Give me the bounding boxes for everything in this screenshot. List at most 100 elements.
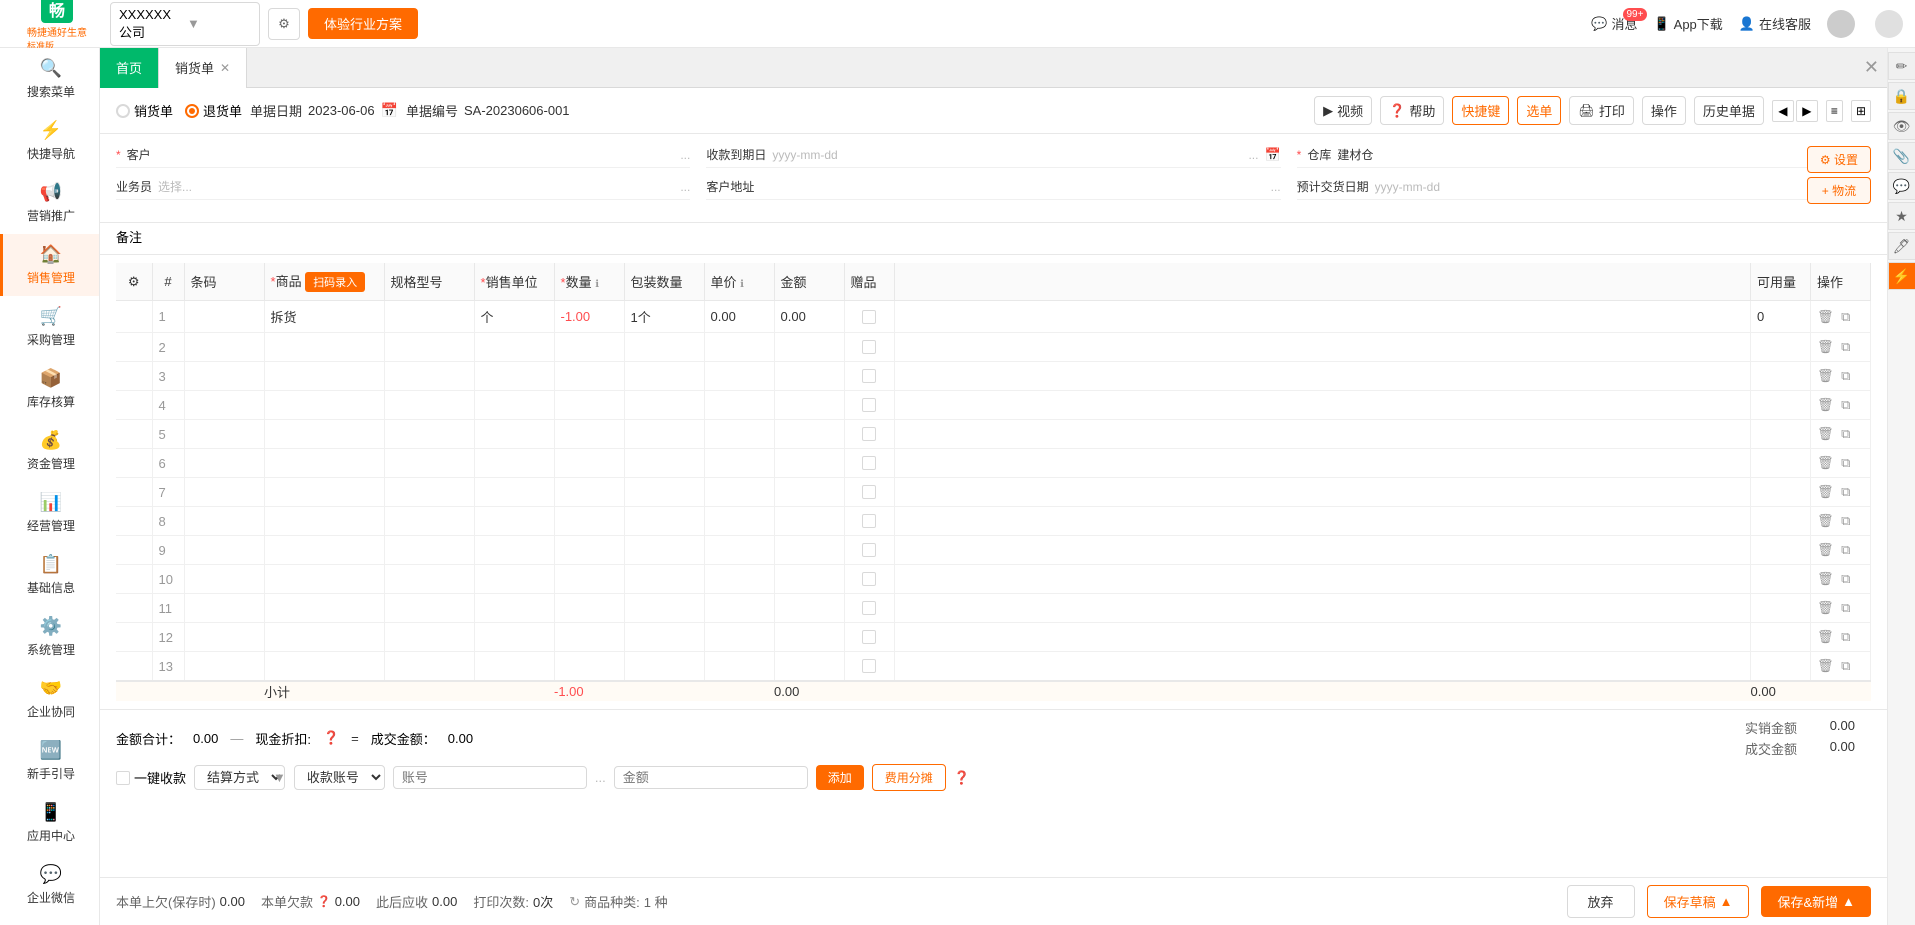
operation-btn[interactable]: 操作 <box>1642 96 1686 125</box>
sidebar-item-guide[interactable]: 🆕 新手引导 <box>0 730 99 792</box>
customer-address-input[interactable] <box>760 180 1264 194</box>
warehouse-input[interactable] <box>1337 148 1855 162</box>
copy-icon[interactable]: ⧉ <box>1841 397 1850 412</box>
calendar-icon[interactable]: 📅 <box>381 102 398 119</box>
account-select[interactable]: 收款账号 <box>294 765 385 790</box>
settings-icon[interactable]: ⚙ <box>268 8 300 40</box>
company-selector[interactable]: XXXXXX公司 ▼ <box>110 2 260 46</box>
message-item[interactable]: 💬 消息 99+ <box>1591 14 1637 33</box>
tab-close-all[interactable]: ✕ <box>1856 57 1887 78</box>
sidebar-item-quick-nav[interactable]: ⚡ 快捷导航 <box>0 110 99 172</box>
prev-page-btn[interactable]: ◀ <box>1772 100 1794 122</box>
help-btn[interactable]: ❓ 帮助 <box>1380 96 1444 125</box>
salesperson-input[interactable] <box>158 180 674 194</box>
right-btn-edit[interactable]: ✏ <box>1888 52 1915 80</box>
logo-area[interactable]: 畅 畅捷通好生意标准版 <box>12 0 102 52</box>
copy-icon[interactable]: ⧉ <box>1841 339 1850 354</box>
right-btn-eye[interactable]: 👁 <box>1888 112 1915 140</box>
logistics-button[interactable]: + 物流 <box>1807 177 1871 204</box>
tab-sales-order[interactable]: 销货单 ✕ <box>159 48 247 88</box>
question-icon[interactable]: ❓ <box>323 730 339 746</box>
shortcut-btn[interactable]: 快捷键 <box>1452 96 1509 125</box>
delete-icon[interactable]: 🗑 <box>1817 455 1834 470</box>
delete-icon[interactable]: 🗑 <box>1817 513 1834 528</box>
amount-input[interactable] <box>614 766 808 789</box>
sidebar-item-inventory[interactable]: 📦 库存核算 <box>0 358 99 420</box>
user-avatar2[interactable] <box>1875 10 1903 38</box>
copy-icon[interactable]: ⧉ <box>1841 455 1850 470</box>
delete-icon[interactable]: 🗑 <box>1817 339 1834 354</box>
copy-icon[interactable]: ⧉ <box>1841 426 1850 441</box>
payment-due-ellipsis[interactable]: ... <box>1248 148 1258 162</box>
delete-icon[interactable]: 🗑 <box>1817 484 1834 499</box>
payment-due-input[interactable] <box>772 148 1242 162</box>
delete-icon[interactable]: 🗑 <box>1817 571 1834 586</box>
select-order-btn[interactable]: 选单 <box>1517 96 1561 125</box>
account-ellipsis[interactable]: ... <box>595 770 606 785</box>
one-click-pay-checkbox[interactable]: 一键收款 <box>116 768 186 787</box>
next-page-btn[interactable]: ▶ <box>1796 100 1818 122</box>
delete-icon[interactable]: 🗑 <box>1817 542 1834 557</box>
salesperson-ellipsis[interactable]: ... <box>680 180 690 194</box>
sidebar-item-member[interactable]: 👑 畅会员 <box>0 916 99 925</box>
radio-sales-order[interactable]: 销货单 <box>116 101 173 120</box>
sidebar-item-marketing[interactable]: 📢 营销推广 <box>0 172 99 234</box>
sidebar-item-wechat[interactable]: 💬 企业微信 <box>0 854 99 916</box>
tab-close-icon[interactable]: ✕ <box>220 61 230 75</box>
payment-due-calendar-icon[interactable]: 📅 <box>1264 147 1280 163</box>
right-btn-attachment[interactable]: 📎 <box>1888 142 1915 170</box>
radio-return-order[interactable]: 退货单 <box>185 101 242 120</box>
sidebar-item-operation[interactable]: 📊 经营管理 <box>0 482 99 544</box>
note-input[interactable] <box>150 230 1871 244</box>
delete-icon[interactable]: 🗑 <box>1817 309 1834 324</box>
delete-icon[interactable]: 🗑 <box>1817 368 1834 383</box>
delete-icon[interactable]: 🗑 <box>1817 658 1834 673</box>
deficit-question-icon[interactable]: ❓ <box>317 895 331 908</box>
sidebar-item-system[interactable]: ⚙️ 系统管理 <box>0 606 99 668</box>
history-btn[interactable]: 历史单据 <box>1694 96 1764 125</box>
delete-icon[interactable]: 🗑 <box>1817 600 1834 615</box>
app-download-item[interactable]: 📱 App下载 <box>1653 14 1722 33</box>
copy-icon[interactable]: ⧉ <box>1841 513 1850 528</box>
expected-delivery-input[interactable] <box>1375 180 1849 194</box>
add-button[interactable]: 添加 <box>816 765 864 790</box>
save-new-button[interactable]: 保存&新增 ▲ <box>1761 886 1871 917</box>
list-view-btn[interactable]: ≡ <box>1826 100 1843 122</box>
right-btn-lock[interactable]: 🔒 <box>1888 82 1915 110</box>
sidebar-item-base[interactable]: 📋 基础信息 <box>0 544 99 606</box>
sidebar-item-finance[interactable]: 💰 资金管理 <box>0 420 99 482</box>
delete-icon[interactable]: 🗑 <box>1817 397 1834 412</box>
save-draft-button[interactable]: 保存草稿 ▲ <box>1647 885 1750 918</box>
copy-icon[interactable]: ⧉ <box>1841 600 1850 615</box>
sidebar-item-enterprise[interactable]: 🤝 企业协同 <box>0 668 99 730</box>
copy-icon[interactable]: ⧉ <box>1841 309 1850 324</box>
sidebar-item-appstore[interactable]: 📱 应用中心 <box>0 792 99 854</box>
grid-view-btn[interactable]: ⊞ <box>1851 100 1871 122</box>
account-no-input[interactable] <box>393 766 587 789</box>
settlement-select[interactable]: 结算方式 <box>194 765 285 790</box>
tab-home[interactable]: 首页 <box>100 48 159 88</box>
scan-button[interactable]: 扫码录入 <box>305 272 365 292</box>
copy-icon[interactable]: ⧉ <box>1841 571 1850 586</box>
right-btn-pencil[interactable]: 🖊 <box>1888 232 1915 260</box>
expense-question-icon[interactable]: ❓ <box>954 770 970 786</box>
delete-icon[interactable]: 🗑 <box>1817 629 1834 644</box>
print-btn[interactable]: 🖨 打印 <box>1569 96 1634 125</box>
copy-icon[interactable]: ⧉ <box>1841 368 1850 383</box>
user-avatar[interactable] <box>1827 10 1855 38</box>
sidebar-item-sales[interactable]: 🏠 销售管理 <box>0 234 99 296</box>
setting-button[interactable]: ⚙ 设置 <box>1807 146 1871 173</box>
sidebar-item-purchase[interactable]: 🛒 采购管理 <box>0 296 99 358</box>
sidebar-item-search[interactable]: 🔍 搜索菜单 <box>0 48 99 110</box>
refresh-icon[interactable]: ↻ <box>569 894 580 910</box>
right-btn-star[interactable]: ★ <box>1888 202 1915 230</box>
expense-button[interactable]: 费用分摊 <box>872 764 946 791</box>
copy-icon[interactable]: ⧉ <box>1841 658 1850 673</box>
copy-icon[interactable]: ⧉ <box>1841 484 1850 499</box>
copy-icon[interactable]: ⧉ <box>1841 542 1850 557</box>
customer-ellipsis[interactable]: ... <box>680 148 690 162</box>
right-btn-message[interactable]: 💬 <box>1888 172 1915 200</box>
delete-icon[interactable]: 🗑 <box>1817 426 1834 441</box>
trial-button[interactable]: 体验行业方案 <box>308 8 418 39</box>
right-btn-orange[interactable]: ⚡ <box>1888 262 1915 290</box>
